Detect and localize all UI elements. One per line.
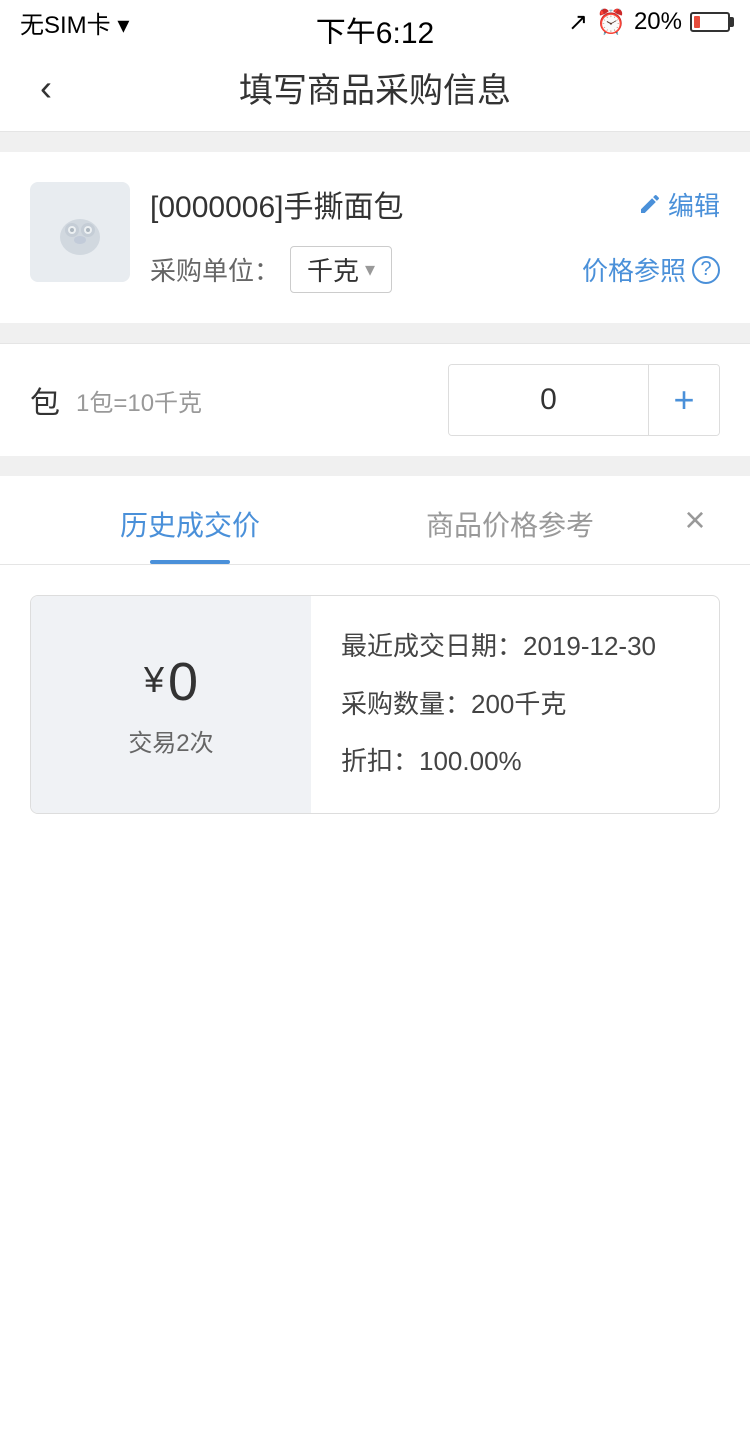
currency-symbol: ¥ bbox=[144, 659, 164, 701]
battery-percent: 20% bbox=[634, 8, 682, 36]
battery-icon bbox=[690, 12, 730, 32]
status-left: 无SIM卡 ▾ bbox=[20, 5, 129, 40]
product-name: [0000006]手撕面包 bbox=[150, 182, 403, 226]
main-content-area bbox=[0, 844, 750, 1444]
quantity-unit-hint: 1包=10千克 bbox=[76, 383, 202, 418]
alarm-icon: ⏰ bbox=[596, 8, 626, 37]
price-card-left: ¥ 0 交易2次 bbox=[31, 596, 311, 813]
tabs-header: 历史成交价 商品价格参考 × bbox=[0, 476, 750, 565]
product-card: [0000006]手撕面包 编辑 采购单位： 千克 ▾ bbox=[0, 152, 750, 323]
recent-date-row: 最近成交日期：2019-12-30 bbox=[341, 626, 689, 668]
price-card-right: 最近成交日期：2019-12-30 采购数量：200千克 折扣：100.00% bbox=[311, 596, 719, 813]
tab-product-price-ref[interactable]: 商品价格参考 bbox=[350, 476, 670, 564]
product-logo-icon bbox=[50, 202, 110, 262]
edit-button[interactable]: 编辑 bbox=[638, 186, 720, 223]
location-icon: ↗ bbox=[568, 8, 588, 37]
purchase-qty-row: 采购数量：200千克 bbox=[341, 684, 689, 726]
price-value: 0 bbox=[168, 651, 198, 713]
back-button[interactable]: ‹ bbox=[30, 57, 62, 119]
nav-bar: ‹ 填写商品采购信息 bbox=[0, 44, 750, 132]
section-divider bbox=[0, 323, 750, 343]
status-right: ↗ ⏰ 20% bbox=[568, 8, 730, 37]
quantity-control: 0 + bbox=[448, 364, 720, 436]
quantity-display[interactable]: 0 bbox=[449, 365, 649, 435]
unit-label: 采购单位： bbox=[150, 251, 280, 288]
product-info: [0000006]手撕面包 编辑 采购单位： 千克 ▾ bbox=[150, 182, 720, 293]
trade-count: 交易2次 bbox=[128, 723, 213, 758]
discount-row: 折扣：100.00% bbox=[341, 741, 689, 783]
status-bar: 无SIM卡 ▾ 下午6:12 ↗ ⏰ 20% bbox=[0, 0, 750, 44]
price-card-container: ¥ 0 交易2次 最近成交日期：2019-12-30 采购数量：200千克 折扣… bbox=[0, 565, 750, 844]
product-thumbnail bbox=[30, 182, 130, 282]
quantity-section: 包 1包=10千克 0 + bbox=[0, 343, 750, 456]
close-panel-button[interactable]: × bbox=[670, 495, 720, 545]
tabs-section: 历史成交价 商品价格参考 × ¥ 0 交易2次 最近成交日期：2019-12-3… bbox=[0, 476, 750, 844]
chevron-down-icon: ▾ bbox=[365, 257, 375, 282]
price-ref-button[interactable]: 价格参照 ? bbox=[582, 251, 720, 288]
quantity-unit-label: 包 bbox=[30, 378, 60, 422]
price-card: ¥ 0 交易2次 最近成交日期：2019-12-30 采购数量：200千克 折扣… bbox=[30, 595, 720, 814]
price-amount: ¥ 0 bbox=[144, 651, 198, 713]
quantity-plus-button[interactable]: + bbox=[649, 365, 719, 435]
tab-history-price[interactable]: 历史成交价 bbox=[30, 476, 350, 564]
unit-select-dropdown[interactable]: 千克 ▾ bbox=[290, 246, 392, 293]
section-divider-2 bbox=[0, 456, 750, 476]
help-icon: ? bbox=[692, 256, 720, 284]
carrier-label: 无SIM卡 ▾ bbox=[20, 5, 129, 40]
edit-icon bbox=[638, 192, 662, 216]
page-title: 填写商品采购信息 bbox=[239, 63, 511, 112]
